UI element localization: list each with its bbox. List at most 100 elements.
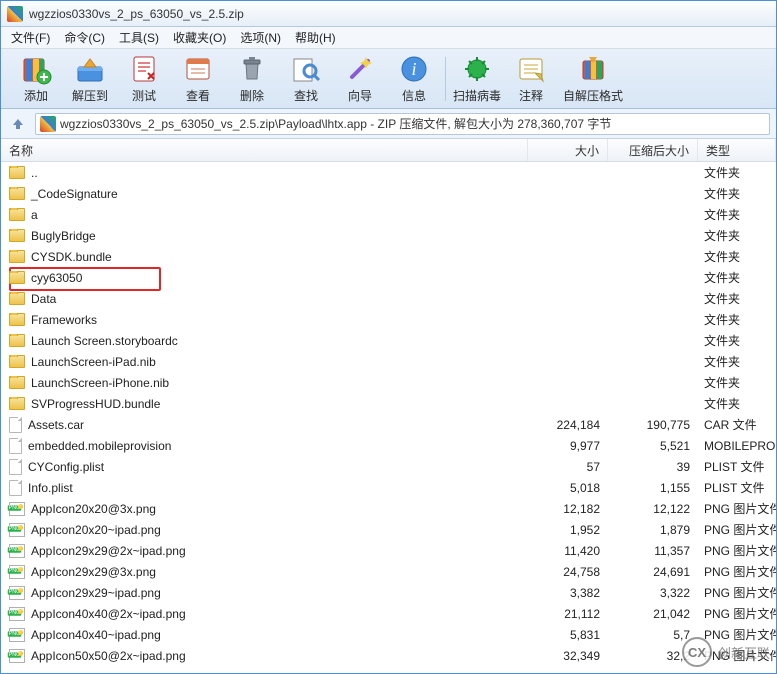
menu-file[interactable]: 文件(F) bbox=[5, 27, 56, 48]
file-size: 12,182 bbox=[528, 502, 608, 516]
window-title: wgzzios0330vs_2_ps_63050_vs_2.5.zip bbox=[29, 7, 244, 21]
tool-delete-label: 删除 bbox=[240, 87, 264, 104]
file-name: Data bbox=[31, 292, 56, 306]
file-row[interactable]: LaunchScreen-iPhone.nib文件夹 bbox=[1, 372, 776, 393]
file-size: 224,184 bbox=[528, 418, 608, 432]
file-row[interactable]: AppIcon20x20~ipad.png1,9521,879PNG 图片文件 bbox=[1, 519, 776, 540]
file-row[interactable]: Info.plist5,0181,155PLIST 文件 bbox=[1, 477, 776, 498]
file-size: 5,831 bbox=[528, 628, 608, 642]
file-size: 3,382 bbox=[528, 586, 608, 600]
file-row[interactable]: Launch Screen.storyboardc文件夹 bbox=[1, 330, 776, 351]
tool-comment[interactable]: 注释 bbox=[504, 49, 558, 108]
tool-wizard[interactable]: 向导 bbox=[333, 49, 387, 108]
file-row[interactable]: AppIcon29x29@2x~ipad.png11,42011,357PNG … bbox=[1, 540, 776, 561]
file-packed: 1,879 bbox=[608, 523, 698, 537]
file-row[interactable]: AppIcon20x20@3x.png12,18212,122PNG 图片文件 bbox=[1, 498, 776, 519]
file-row[interactable]: embedded.mobileprovision9,9775,521MOBILE… bbox=[1, 435, 776, 456]
menu-favorites[interactable]: 收藏夹(O) bbox=[167, 27, 232, 48]
sfx-icon bbox=[577, 53, 609, 85]
file-name: AppIcon29x29@3x.png bbox=[31, 565, 156, 579]
tool-virus-label: 扫描病毒 bbox=[453, 87, 501, 104]
tool-add[interactable]: 添加 bbox=[9, 49, 63, 108]
file-type: PNG 图片文件 bbox=[698, 542, 776, 559]
up-button[interactable] bbox=[7, 113, 29, 135]
col-packed[interactable]: 压缩后大小 bbox=[608, 139, 698, 161]
tool-find-label: 查找 bbox=[294, 87, 318, 104]
file-row[interactable]: a文件夹 bbox=[1, 204, 776, 225]
col-name[interactable]: 名称 bbox=[1, 139, 528, 161]
file-size: 5,018 bbox=[528, 481, 608, 495]
file-row[interactable]: AppIcon40x40~ipad.png5,8315,7PNG 图片文件 bbox=[1, 624, 776, 645]
tool-info[interactable]: i 信息 bbox=[387, 49, 441, 108]
tool-test-label: 测试 bbox=[132, 87, 156, 104]
file-row[interactable]: Data 文件夹 bbox=[1, 288, 776, 309]
menu-commands[interactable]: 命令(C) bbox=[58, 27, 111, 48]
tool-sfx[interactable]: 自解压格式 bbox=[558, 49, 628, 108]
tool-view[interactable]: 查看 bbox=[171, 49, 225, 108]
file-row[interactable]: ..文件夹 bbox=[1, 162, 776, 183]
folder-icon bbox=[9, 376, 25, 389]
file-row[interactable]: Assets.car224,184190,775CAR 文件 bbox=[1, 414, 776, 435]
png-icon bbox=[9, 649, 25, 663]
file-row[interactable]: CYSDK.bundle文件夹 bbox=[1, 246, 776, 267]
file-type: 文件夹 bbox=[698, 290, 776, 307]
menu-help[interactable]: 帮助(H) bbox=[289, 27, 342, 48]
col-type[interactable]: 类型 bbox=[698, 139, 776, 161]
file-packed: 24,691 bbox=[608, 565, 698, 579]
folder-icon bbox=[9, 292, 25, 305]
file-row[interactable]: AppIcon40x40@2x~ipad.png21,11221,042PNG … bbox=[1, 603, 776, 624]
file-row[interactable]: SVProgressHUD.bundle文件夹 bbox=[1, 393, 776, 414]
png-icon bbox=[9, 628, 25, 642]
tool-extract-label: 解压到 bbox=[72, 87, 108, 104]
file-row[interactable]: AppIcon29x29@3x.png24,75824,691PNG 图片文件 bbox=[1, 561, 776, 582]
menu-tools[interactable]: 工具(S) bbox=[113, 27, 165, 48]
tool-delete[interactable]: 删除 bbox=[225, 49, 279, 108]
file-name: cyy63050 bbox=[31, 271, 82, 285]
file-name: LaunchScreen-iPhone.nib bbox=[31, 376, 169, 390]
file-row[interactable]: _CodeSignature文件夹 bbox=[1, 183, 776, 204]
file-row[interactable]: LaunchScreen-iPad.nib文件夹 bbox=[1, 351, 776, 372]
file-row[interactable]: BuglyBridge文件夹 bbox=[1, 225, 776, 246]
col-size[interactable]: 大小 bbox=[528, 139, 608, 161]
file-type: 文件夹 bbox=[698, 353, 776, 370]
file-row[interactable]: Frameworks文件夹 bbox=[1, 309, 776, 330]
file-packed: 11,357 bbox=[608, 544, 698, 558]
file-icon bbox=[9, 459, 22, 475]
file-row[interactable]: AppIcon50x50@2x~ipad.png32,34932,2PNG 图片… bbox=[1, 645, 776, 666]
tool-sfx-label: 自解压格式 bbox=[563, 87, 623, 104]
file-type: 文件夹 bbox=[698, 206, 776, 223]
tool-test[interactable]: 测试 bbox=[117, 49, 171, 108]
file-row[interactable]: CYConfig.plist5739PLIST 文件 bbox=[1, 456, 776, 477]
file-type: PNG 图片文件 bbox=[698, 605, 776, 622]
file-name: AppIcon20x20~ipad.png bbox=[31, 523, 161, 537]
toolbar: 添加 解压到 测试 查看 删除 查找 向导 bbox=[1, 49, 776, 109]
png-icon bbox=[9, 607, 25, 621]
info-icon: i bbox=[398, 53, 430, 85]
file-type: 文件夹 bbox=[698, 185, 776, 202]
file-row[interactable]: AppIcon29x29~ipad.png3,3823,322PNG 图片文件 bbox=[1, 582, 776, 603]
file-packed: 39 bbox=[608, 460, 698, 474]
file-name: AppIcon40x40~ipad.png bbox=[31, 628, 161, 642]
folder-icon bbox=[9, 334, 25, 347]
tool-virusscan[interactable]: 扫描病毒 bbox=[450, 49, 504, 108]
tool-info-label: 信息 bbox=[402, 87, 426, 104]
path-field[interactable]: wgzzios0330vs_2_ps_63050_vs_2.5.zip\Payl… bbox=[35, 113, 770, 135]
file-name: AppIcon20x20@3x.png bbox=[31, 502, 156, 516]
path-bar: wgzzios0330vs_2_ps_63050_vs_2.5.zip\Payl… bbox=[1, 109, 776, 139]
tool-comment-label: 注释 bbox=[519, 87, 543, 104]
extract-icon bbox=[74, 53, 106, 85]
archive-add-icon bbox=[20, 53, 52, 85]
file-name: SVProgressHUD.bundle bbox=[31, 397, 160, 411]
folder-icon bbox=[9, 397, 25, 410]
tool-find[interactable]: 查找 bbox=[279, 49, 333, 108]
file-row[interactable]: cyy63050文件夹 bbox=[1, 267, 776, 288]
tool-extract[interactable]: 解压到 bbox=[63, 49, 117, 108]
file-size: 24,758 bbox=[528, 565, 608, 579]
tool-view-label: 查看 bbox=[186, 87, 210, 104]
png-icon bbox=[9, 502, 25, 516]
file-type: PNG 图片文件 bbox=[698, 584, 776, 601]
png-icon bbox=[9, 523, 25, 537]
comment-icon bbox=[515, 53, 547, 85]
menu-options[interactable]: 选项(N) bbox=[234, 27, 287, 48]
watermark-text: 创新互联 bbox=[718, 643, 770, 662]
